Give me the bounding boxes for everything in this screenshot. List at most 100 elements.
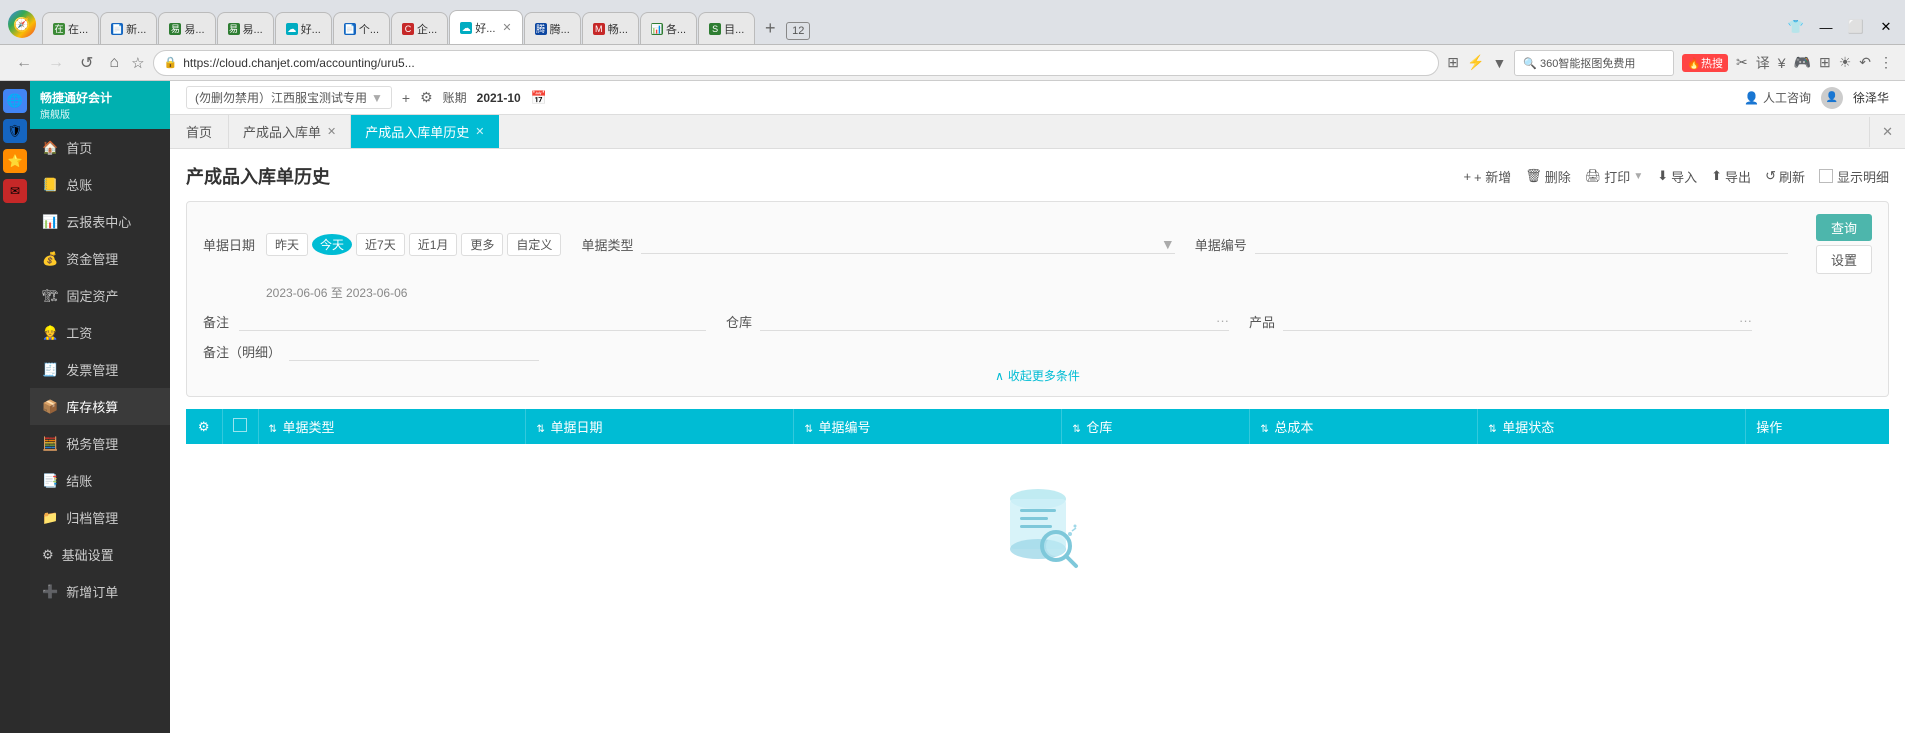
calendar-icon[interactable]: 📅	[531, 90, 547, 106]
browser-tab-7[interactable]: C 企...	[391, 12, 448, 44]
hot-search-badge[interactable]: 🔥热搜	[1682, 54, 1728, 72]
date-btn-today[interactable]: 今天	[312, 234, 352, 255]
col-date[interactable]: ⇅ 单据日期	[526, 409, 794, 444]
refresh-browser-btn[interactable]: ↺	[76, 53, 97, 73]
refresh-page-btn[interactable]: ↺ 刷新	[1765, 167, 1805, 186]
grid-icon[interactable]: ⊞	[1819, 54, 1831, 71]
new-tab-btn[interactable]: +	[756, 14, 784, 42]
sidebar-item-tax[interactable]: 🧮 税务管理	[30, 425, 170, 462]
shirt-icon[interactable]: 👕	[1785, 16, 1807, 38]
filter-type-input[interactable]	[641, 234, 1160, 253]
home-btn[interactable]: ⌂	[105, 54, 123, 72]
date-btn-7days[interactable]: 近7天	[356, 233, 405, 256]
browser-tab-2[interactable]: 📄 新...	[100, 12, 157, 44]
address-bar-dropdown[interactable]: ▼	[1492, 55, 1506, 71]
filter-settings-btn[interactable]: 设置	[1816, 245, 1872, 274]
filter-no-input[interactable]	[1255, 234, 1788, 253]
col-checkbox[interactable]	[222, 409, 258, 444]
extensions-icon[interactable]: ⊞	[1447, 54, 1459, 71]
col-status[interactable]: ⇅ 单据状态	[1478, 409, 1746, 444]
company-selector[interactable]: (勿删勿禁用）江西服宝测试专用 ▼	[186, 86, 392, 109]
print-btn[interactable]: 🖨 打印 ▼	[1585, 167, 1643, 186]
sidebar-item-invoice[interactable]: 🧾 发票管理	[30, 351, 170, 388]
user-avatar[interactable]: 👤	[1821, 87, 1843, 109]
forward-btn[interactable]: →	[44, 54, 68, 72]
browser-tab-12[interactable]: S 目...	[698, 12, 755, 44]
game-icon[interactable]: 🎮	[1794, 54, 1811, 71]
browser-tab-6[interactable]: 📄 个...	[333, 12, 390, 44]
left-icon-mail[interactable]: ✉	[3, 179, 27, 203]
col-gear[interactable]: ⚙	[186, 409, 222, 444]
minimize-btn[interactable]: —	[1815, 16, 1837, 38]
browser-tab-10[interactable]: M 畅...	[582, 12, 639, 44]
more-icon[interactable]: ⋮	[1879, 54, 1893, 71]
filter-product-input-wrapper: ···	[1283, 311, 1752, 331]
delete-btn[interactable]: 🗑 删除	[1525, 167, 1571, 186]
page-tab-history-close[interactable]: ✕	[475, 125, 484, 138]
sidebar-item-cloud-report[interactable]: 📊 云报表中心	[30, 203, 170, 240]
page-tab-voucher-list-close[interactable]: ✕	[327, 125, 336, 138]
browser-tab-11[interactable]: 📊 各...	[640, 12, 697, 44]
sidebar-item-basic-settings[interactable]: ⚙ 基础设置	[30, 536, 170, 573]
filter-product-dots[interactable]: ···	[1739, 313, 1752, 328]
filter-product-input[interactable]	[1283, 311, 1739, 330]
col-voucher-type[interactable]: ⇅ 单据类型	[258, 409, 526, 444]
tab-8-close[interactable]: ✕	[502, 21, 511, 34]
sidebar-item-home[interactable]: 🏠 首页	[30, 129, 170, 166]
filter-type-dropdown[interactable]: ▼	[1161, 236, 1175, 252]
page-tab-history[interactable]: 产成品入库单历史 ✕	[351, 115, 499, 148]
filter-remark-input[interactable]	[239, 311, 706, 330]
page-tab-home[interactable]: 首页	[170, 115, 229, 148]
add-company-btn[interactable]: +	[402, 90, 410, 106]
date-btn-custom[interactable]: 自定义	[507, 233, 561, 256]
export-btn[interactable]: ⬆ 导出	[1711, 167, 1751, 186]
history-icon[interactable]: ↶	[1859, 54, 1871, 71]
browser-tab-1[interactable]: 在 在...	[42, 12, 99, 44]
add-btn[interactable]: + + 新增	[1463, 167, 1511, 186]
browser-tab-3[interactable]: 易 易...	[158, 12, 215, 44]
import-btn[interactable]: ⬇ 导入	[1657, 167, 1697, 186]
filter-warehouse-input[interactable]	[760, 311, 1216, 330]
url-bar[interactable]: 🔒 https://cloud.chanjet.com/accounting/u…	[153, 50, 1440, 76]
theme-icon[interactable]: ☀	[1839, 54, 1852, 71]
back-btn[interactable]: ←	[12, 54, 36, 72]
close-btn[interactable]: ✕	[1875, 16, 1897, 38]
sidebar-item-close-account[interactable]: 📑 结账	[30, 462, 170, 499]
browser-tab-9[interactable]: 腾 腾...	[524, 12, 581, 44]
browser-tab-8[interactable]: ☁ 好... ✕	[449, 10, 522, 44]
col-voucher-no[interactable]: ⇅ 单据编号	[794, 409, 1062, 444]
col-total-cost[interactable]: ⇅ 总成本	[1250, 409, 1478, 444]
col-warehouse[interactable]: ⇅ 仓库	[1062, 409, 1250, 444]
sidebar-item-ledger[interactable]: 📒 总账	[30, 166, 170, 203]
date-btn-yesterday[interactable]: 昨天	[266, 233, 308, 256]
page-tab-voucher-list[interactable]: 产成品入库单 ✕	[229, 115, 351, 148]
left-icon-shield[interactable]: 🛡	[3, 119, 27, 143]
sidebar-item-fund[interactable]: 💰 资金管理	[30, 240, 170, 277]
show-detail-cb[interactable]: 显示明细	[1819, 167, 1889, 186]
currency-icon[interactable]: ¥	[1778, 55, 1786, 71]
browser-tab-5[interactable]: ☁ 好...	[275, 12, 332, 44]
user-service-link[interactable]: 👤 人工咨询	[1744, 89, 1811, 106]
browser-tab-4[interactable]: 易 易...	[217, 12, 274, 44]
scissors-icon[interactable]: ✂	[1736, 54, 1748, 71]
date-btn-more[interactable]: 更多	[461, 233, 503, 256]
search-btn[interactable]: 查询	[1816, 214, 1872, 241]
sidebar-item-new-order[interactable]: ➕ 新增订单	[30, 573, 170, 610]
date-btn-1month[interactable]: 近1月	[409, 233, 458, 256]
lightning-icon[interactable]: ⚡	[1467, 54, 1484, 71]
sidebar-item-salary[interactable]: 👷 工资	[30, 314, 170, 351]
sidebar-item-archive[interactable]: 📁 归档管理	[30, 499, 170, 536]
sidebar-item-inventory[interactable]: 📦 库存核算	[30, 388, 170, 425]
restore-btn[interactable]: ⬜	[1845, 16, 1867, 38]
filter-remark-detail-input[interactable]	[289, 341, 539, 360]
filter-warehouse-dots[interactable]: ···	[1216, 313, 1229, 328]
left-icon-star[interactable]: ⭐	[3, 149, 27, 173]
sidebar-item-fixed-assets[interactable]: 🏗 固定资产	[30, 277, 170, 314]
close-all-tabs-btn[interactable]: ✕	[1869, 117, 1905, 147]
company-settings-icon[interactable]: ⚙	[420, 89, 433, 106]
bookmark-btn[interactable]: ☆	[131, 54, 144, 72]
left-icon-globe[interactable]: 🌐	[3, 89, 27, 113]
search-bar-360[interactable]: 🔍 360智能抠图免费用	[1514, 50, 1674, 76]
translate-icon[interactable]: 译	[1756, 53, 1770, 73]
collapse-btn[interactable]: ∧ 收起更多条件	[995, 367, 1080, 384]
